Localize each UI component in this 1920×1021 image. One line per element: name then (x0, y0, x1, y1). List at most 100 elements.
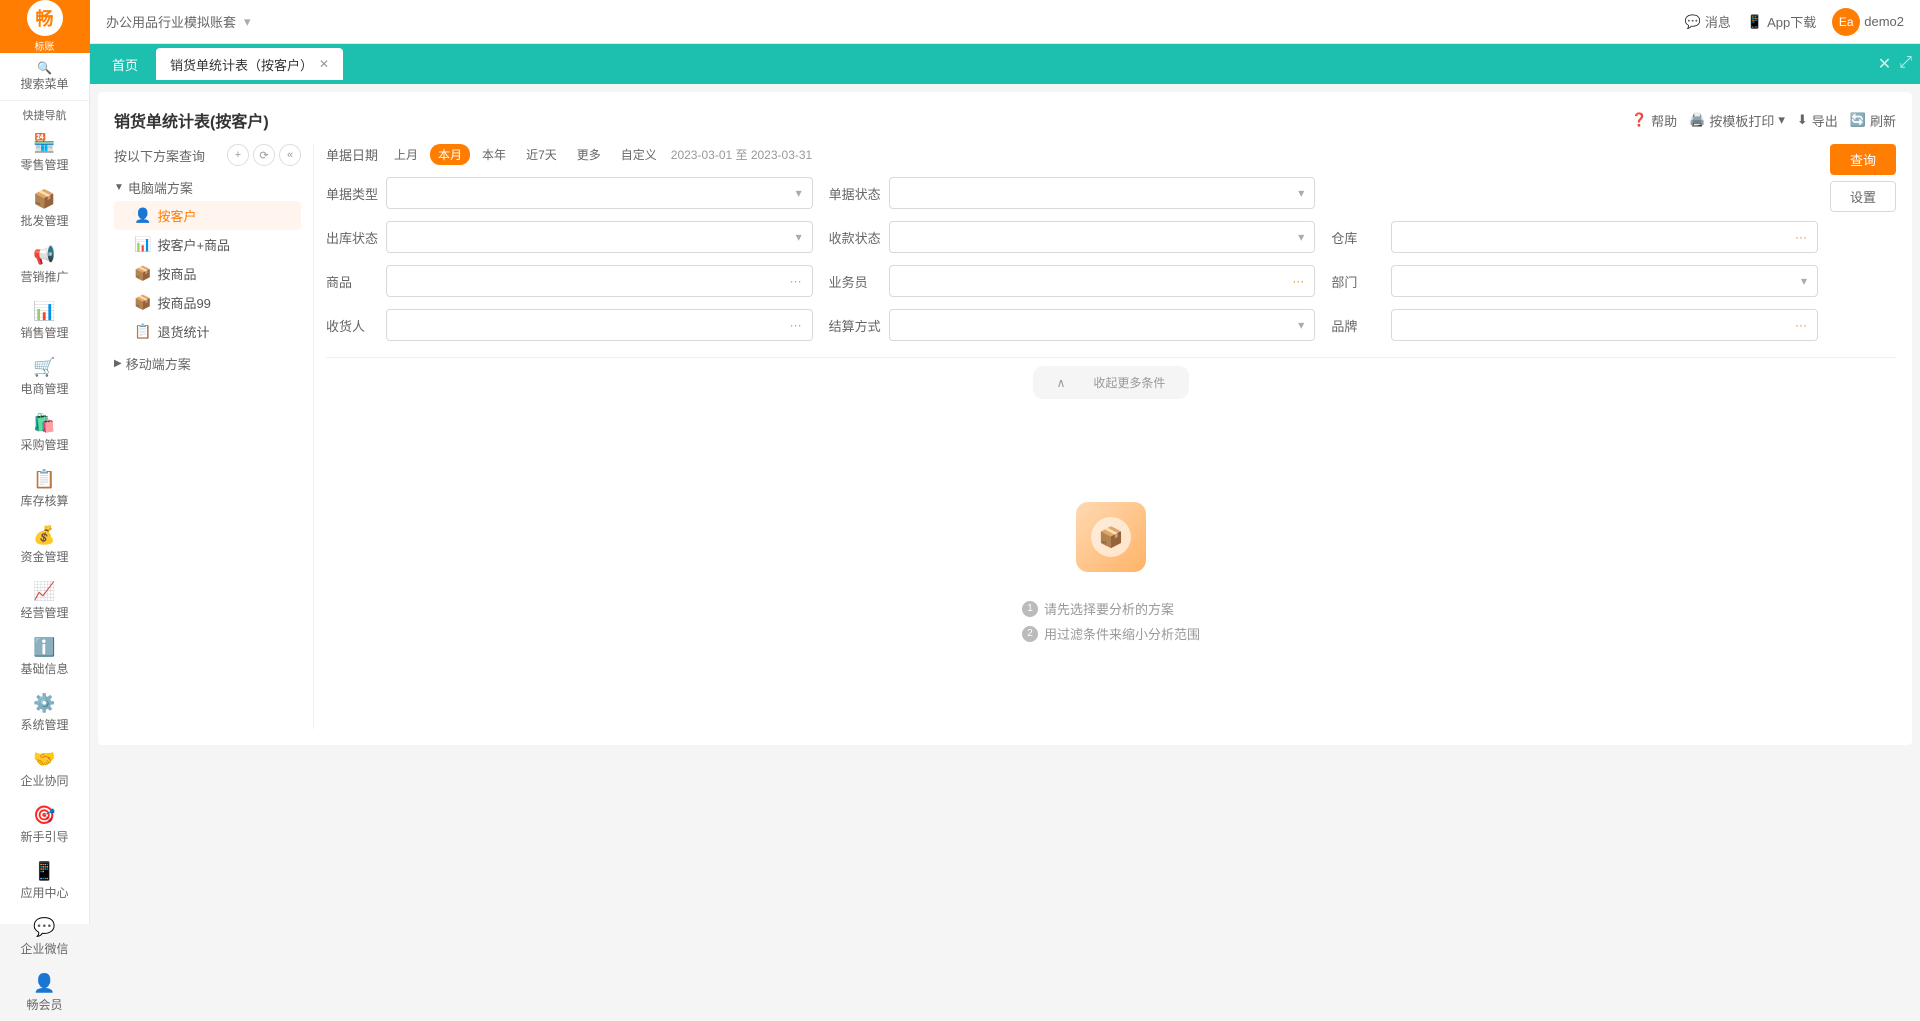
sidebar-item-sales[interactable]: 📊 销售管理 (0, 293, 89, 349)
sidebar-item-finance[interactable]: 💰 资金管理 (0, 517, 89, 573)
sidebar-item-appcenter[interactable]: 📱 应用中心 (0, 853, 89, 909)
sidebar-item-retail[interactable]: 🏪 零售管理 (0, 125, 89, 181)
export-action[interactable]: ⬇ 导出 (1797, 111, 1838, 130)
scheme-customer-goods-icon: 📊 (134, 236, 151, 253)
sidebar-item-system[interactable]: ⚙️ 系统管理 (0, 685, 89, 741)
sidebar-item-purchase[interactable]: 🛍️ 采购管理 (0, 405, 89, 461)
sidebar-item-guide[interactable]: 🎯 新手引导 (0, 797, 89, 853)
collapse-bar[interactable]: ∧ 收起更多条件 (326, 357, 1896, 407)
scheme-group-mobile-label[interactable]: ▶ 移动端方案 (114, 350, 301, 377)
scheme-refresh-icon[interactable]: ⟳ (253, 144, 275, 166)
print-action[interactable]: 🖨️ 按模板打印 ▾ (1689, 111, 1785, 130)
scheme-item-by-customer-goods[interactable]: 📊 按客户+商品 (114, 230, 301, 259)
doc-status-control[interactable]: ▾ (889, 177, 1316, 209)
sidebar-item-basic[interactable]: ℹ️ 基础信息 (0, 629, 89, 685)
scheme-customer-icon: 👤 (134, 207, 151, 224)
finance-label: 资金管理 (20, 548, 68, 565)
scheme-item-return-stat-label: 退货统计 (157, 322, 209, 341)
sidebar-item-operation[interactable]: 📈 经营管理 (0, 573, 89, 629)
warehouse-control[interactable]: ··· (1391, 221, 1818, 253)
sidebar-item-wechat[interactable]: 💬 企业微信 (0, 909, 89, 965)
help-icon: ❓ (1631, 112, 1647, 128)
app-download-label: App下载 (1767, 12, 1816, 31)
scheme-item-by-goods-99[interactable]: 📦 按商品99 (114, 288, 301, 317)
scheme-item-by-customer[interactable]: 👤 按客户 (114, 201, 301, 230)
user-name: demo2 (1864, 14, 1904, 29)
collapse-icon: ∧ 收起更多条件 (1033, 366, 1190, 399)
tab-actions: ✕ ⤢ (1878, 54, 1912, 74)
avatar: Ea (1832, 8, 1860, 36)
appcenter-label: 应用中心 (20, 884, 68, 901)
date-tab-7days[interactable]: 近7天 (518, 144, 565, 165)
guide-icon: 🎯 (33, 805, 55, 826)
warehouse-more-icon: ··· (1795, 230, 1807, 244)
help-action[interactable]: ❓ 帮助 (1631, 111, 1677, 130)
system-icon: ⚙️ (33, 693, 55, 714)
scheme-panel-header: 按以下方案查询 + ⟳ « (114, 144, 301, 166)
wechat-icon: 💬 (33, 917, 55, 938)
tab-home[interactable]: 首页 (98, 48, 152, 80)
window-maximize-icon[interactable]: ⤢ (1899, 54, 1912, 74)
scheme-panel-header-icons: + ⟳ « (227, 144, 301, 166)
receiver-label: 收货人 (326, 316, 378, 335)
filter-area: 单据日期 上月 本月 本年 近7天 更多 自定义 (326, 144, 1818, 349)
date-tab-last-month[interactable]: 上月 (386, 144, 426, 165)
settlement-control[interactable]: ▾ (889, 309, 1316, 341)
doc-type-control[interactable]: ▾ (386, 177, 813, 209)
query-button[interactable]: 查询 (1830, 144, 1896, 175)
sidebar-item-inventory[interactable]: 📋 库存核算 (0, 461, 89, 517)
receipt-status-control[interactable]: ▾ (889, 221, 1316, 253)
tab-home-label: 首页 (112, 55, 138, 74)
sidebar-logo[interactable]: 畅 标账 (0, 0, 90, 53)
department-control[interactable]: ▾ (1391, 265, 1818, 297)
collapse-label: 收起更多条件 (1081, 370, 1177, 395)
message-item[interactable]: 💬 消息 (1685, 12, 1731, 31)
sidebar-item-enterprise[interactable]: 🤝 企业协同 (0, 741, 89, 797)
scheme-goods-icon: 📦 (134, 265, 151, 282)
retail-label: 零售管理 (20, 156, 68, 173)
print-icon: 🖨️ (1689, 112, 1705, 128)
header-dropdown-icon[interactable]: ▾ (244, 14, 251, 30)
header-title: 办公用品行业模拟账套 (106, 12, 236, 31)
empty-tips: 1 请先选择要分析的方案 2 用过滤条件来缩小分析范围 (1022, 599, 1200, 649)
scheme-item-by-goods[interactable]: 📦 按商品 (114, 259, 301, 288)
user-item[interactable]: Ea demo2 (1832, 8, 1904, 36)
wechat-label: 企业微信 (20, 940, 68, 957)
sidebar: 畅 标账 🔍 搜索菜单 快捷导航 🏪 零售管理 📦 批发管理 📢 营销推广 📊 … (0, 0, 90, 924)
date-tab-custom[interactable]: 自定义 (613, 144, 665, 165)
refresh-action[interactable]: 🔄 刷新 (1850, 111, 1896, 130)
system-label: 系统管理 (20, 716, 68, 733)
sidebar-item-member[interactable]: 👤 畅会员 (0, 965, 89, 1021)
empty-state: 📦 1 请先选择要分析的方案 2 用过滤条件来缩小分析范围 (326, 407, 1896, 729)
sidebar-item-marketing[interactable]: 📢 营销推广 (0, 237, 89, 293)
member-icon: 👤 (33, 973, 55, 994)
scheme-goods99-icon: 📦 (134, 294, 151, 311)
ecommerce-label: 电商管理 (20, 380, 68, 397)
scheme-group-pc-label[interactable]: ▼ 电脑端方案 (114, 174, 301, 201)
brand-control[interactable]: ··· (1391, 309, 1818, 341)
scheme-item-return-stat[interactable]: 📋 退货统计 (114, 317, 301, 346)
scheme-collapse-icon[interactable]: « (279, 144, 301, 166)
basic-label: 基础信息 (20, 660, 68, 677)
goods-control[interactable]: ··· (386, 265, 813, 297)
sidebar-item-ecommerce[interactable]: 🛒 电商管理 (0, 349, 89, 405)
tab-close-icon[interactable]: ✕ (319, 57, 329, 71)
app-download-item[interactable]: 📱 App下载 (1747, 12, 1816, 31)
sidebar-item-wholesale[interactable]: 📦 批发管理 (0, 181, 89, 237)
out-status-row: 出库状态 ▾ (326, 221, 813, 253)
date-tab-more[interactable]: 更多 (569, 144, 609, 165)
salesperson-control[interactable]: ··· (889, 265, 1316, 297)
sidebar-search[interactable]: 🔍 搜索菜单 (0, 53, 89, 101)
window-close-icon[interactable]: ✕ (1878, 54, 1891, 74)
receiver-control[interactable]: ··· (386, 309, 813, 341)
inventory-icon: 📋 (33, 469, 55, 490)
search-label: 搜索菜单 (0, 75, 89, 92)
settings-button[interactable]: 设置 (1830, 181, 1896, 212)
doc-status-dropdown-icon: ▾ (1298, 186, 1304, 200)
date-tab-this-month[interactable]: 本月 (430, 144, 470, 165)
date-tab-this-year[interactable]: 本年 (474, 144, 514, 165)
tab-sales-stat[interactable]: 销货单统计表（按客户） ✕ (156, 48, 343, 80)
out-status-control[interactable]: ▾ (386, 221, 813, 253)
doc-type-row: 单据类型 ▾ (326, 177, 813, 209)
scheme-add-icon[interactable]: + (227, 144, 249, 166)
